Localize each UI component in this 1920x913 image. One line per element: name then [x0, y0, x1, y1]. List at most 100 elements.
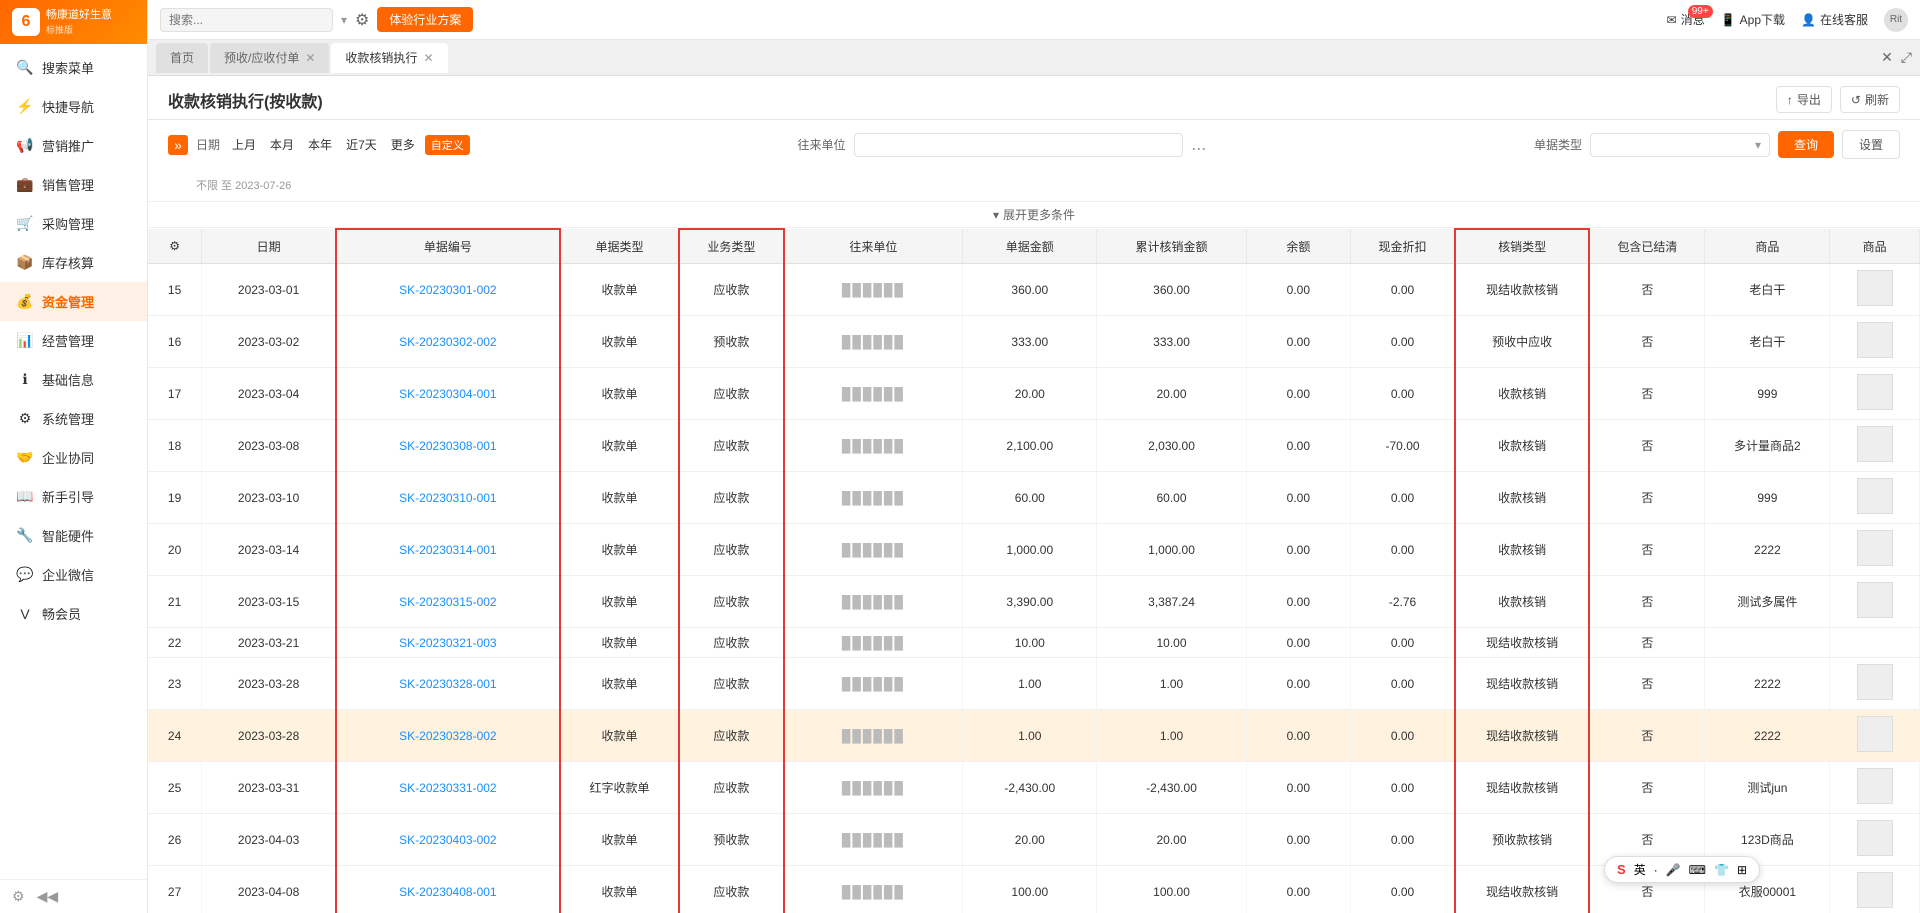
cell-discount: -70.00: [1351, 420, 1455, 472]
cell-partner: ██████: [784, 762, 963, 814]
docno-link[interactable]: SK-20230302-002: [399, 335, 496, 349]
refresh-button[interactable]: ↺ 刷新: [1840, 86, 1900, 113]
doctype-label: 单据类型: [1534, 136, 1582, 153]
col-header-discount: 现金折扣: [1351, 229, 1455, 264]
wechat-icon: 💬: [16, 566, 34, 584]
filter-expand-icon[interactable]: »: [168, 135, 188, 155]
sidebar-item-guide[interactable]: 📖 新手引导: [0, 477, 147, 516]
docno-link[interactable]: SK-20230314-001: [399, 543, 496, 557]
keyboard-icon[interactable]: ⌨: [1689, 863, 1706, 877]
col-header-settings[interactable]: ⚙: [148, 229, 202, 264]
online-service-button[interactable]: 👤 在线客服: [1801, 11, 1868, 28]
docno-link[interactable]: SK-20230310-001: [399, 491, 496, 505]
cell-productimg: [1830, 710, 1920, 762]
cell-productimg: [1830, 524, 1920, 576]
cell-biztype: 应收款: [679, 472, 783, 524]
tab-home[interactable]: 首页: [156, 43, 208, 73]
export-icon: ↑: [1787, 93, 1793, 107]
sidebar-item-member[interactable]: V 畅会员: [0, 594, 147, 633]
sidebar-item-sales[interactable]: 💼 销售管理: [0, 165, 147, 204]
shirt-icon[interactable]: 👕: [1714, 863, 1729, 877]
sidebar-item-marketing[interactable]: 📢 营销推广: [0, 126, 147, 165]
sales-icon: 💼: [16, 176, 34, 194]
cell-doctype: 收款单: [560, 814, 679, 866]
search-input[interactable]: [160, 8, 333, 32]
mic-icon[interactable]: 🎤: [1666, 863, 1681, 877]
docno-link[interactable]: SK-20230304-001: [399, 387, 496, 401]
date-more[interactable]: 更多: [387, 134, 419, 155]
docno-link[interactable]: SK-20230403-002: [399, 833, 496, 847]
doctype-select[interactable]: ▾: [1590, 133, 1770, 157]
date-custom[interactable]: 自定义: [425, 135, 470, 155]
tab-cancel-close[interactable]: ✕: [423, 51, 433, 65]
tab-receivable-close[interactable]: ✕: [305, 51, 315, 65]
table-wrapper[interactable]: ⚙ 日期 单据编号 单据类型 业务类型 往来单位 单据金额 累计核销金额 余额 …: [148, 228, 1920, 913]
solution-button[interactable]: 体验行业方案: [377, 7, 473, 32]
sidebar-item-search[interactable]: 🔍 搜索菜单: [0, 48, 147, 87]
footer-settings-icon[interactable]: ⚙: [12, 888, 25, 905]
sidebar-item-system[interactable]: ⚙ 系统管理: [0, 399, 147, 438]
partner-input[interactable]: [854, 133, 1184, 157]
cell-doctype: 收款单: [560, 524, 679, 576]
docno-link[interactable]: SK-20230328-002: [399, 729, 496, 743]
sidebar-item-collab[interactable]: 🤝 企业协同: [0, 438, 147, 477]
sidebar-item-operations[interactable]: 📊 经营管理: [0, 321, 147, 360]
cell-settled: 否: [1589, 472, 1705, 524]
sidebar-item-hardware[interactable]: 🔧 智能硬件: [0, 516, 147, 555]
cell-canceltype: 收款核销: [1455, 576, 1589, 628]
cell-num: 18: [148, 420, 202, 472]
date-filter-options: 上月 本月 本年 近7天 更多 自定义: [228, 134, 470, 155]
cell-date: 2023-03-01: [202, 264, 336, 316]
cell-productimg: [1830, 866, 1920, 913]
partner-dots[interactable]: ...: [1191, 134, 1206, 155]
app-download-button[interactable]: 📱 App下载: [1721, 11, 1785, 28]
expand-more-button[interactable]: ▾ 展开更多条件: [993, 206, 1075, 223]
cell-docno: SK-20230304-001: [336, 368, 560, 420]
tab-receivable[interactable]: 预收/应收付单 ✕: [210, 43, 329, 73]
grid-icon[interactable]: ⊞: [1737, 863, 1747, 877]
footer-collapse-icon[interactable]: ◀◀: [37, 888, 59, 905]
sidebar-menu: 🔍 搜索菜单 ⚡ 快捷导航 📢 营销推广 💼 销售管理 🛒 采购管理 📦 库存核…: [0, 44, 147, 879]
product-thumbnail: [1857, 270, 1893, 306]
docno-link[interactable]: SK-20230308-001: [399, 439, 496, 453]
docno-link[interactable]: SK-20230315-002: [399, 595, 496, 609]
docno-link[interactable]: SK-20230331-002: [399, 781, 496, 795]
cell-amount: 1.00: [963, 710, 1097, 762]
user-avatar[interactable]: Rit: [1884, 8, 1908, 32]
filter-settings-button[interactable]: 设置: [1842, 130, 1900, 159]
docno-link[interactable]: SK-20230301-002: [399, 283, 496, 297]
date-7days[interactable]: 近7天: [342, 134, 381, 155]
sidebar-item-finance[interactable]: 💰 资金管理: [0, 282, 147, 321]
sidebar-item-wechat[interactable]: 💬 企业微信: [0, 555, 147, 594]
cell-canceltype: 现结收款核销: [1455, 710, 1589, 762]
query-button[interactable]: 查询: [1778, 131, 1834, 158]
docno-link[interactable]: SK-20230408-001: [399, 885, 496, 899]
cell-discount: -2.76: [1351, 576, 1455, 628]
export-button[interactable]: ↑ 导出: [1776, 86, 1832, 113]
tab-close-all-icon[interactable]: ✕: [1881, 49, 1893, 66]
topbar-settings-icon[interactable]: ⚙: [355, 10, 369, 30]
tab-cancel[interactable]: 收款核销执行 ✕: [331, 43, 447, 73]
table-row: 20 2023-03-14 SK-20230314-001 收款单 应收款 ██…: [148, 524, 1920, 576]
cell-partner: ██████: [784, 472, 963, 524]
message-icon-area[interactable]: ✉ 消息 99+: [1667, 11, 1705, 28]
sidebar-item-quicknav[interactable]: ⚡ 快捷导航: [0, 87, 147, 126]
product-thumbnail: [1857, 768, 1893, 804]
docno-link[interactable]: SK-20230321-003: [399, 636, 496, 650]
date-this-month[interactable]: 本月: [266, 134, 298, 155]
search-dropdown-icon[interactable]: ▾: [341, 13, 347, 27]
tab-maximize-icon[interactable]: ⤢: [1901, 49, 1912, 66]
cell-canceltype: 收款核销: [1455, 472, 1589, 524]
cell-settled: 否: [1589, 576, 1705, 628]
cell-discount: 0.00: [1351, 710, 1455, 762]
date-this-year[interactable]: 本年: [304, 134, 336, 155]
sidebar-item-basic[interactable]: ℹ 基础信息: [0, 360, 147, 399]
sidebar-item-inventory[interactable]: 📦 库存核算: [0, 243, 147, 282]
docno-link[interactable]: SK-20230328-001: [399, 677, 496, 691]
cell-date: 2023-03-10: [202, 472, 336, 524]
sidebar-item-purchase[interactable]: 🛒 采购管理: [0, 204, 147, 243]
cell-num: 19: [148, 472, 202, 524]
cell-cumamount: 60.00: [1097, 472, 1246, 524]
main-area: ▾ ⚙ 体验行业方案 ✉ 消息 99+ 📱 App下载 👤 在线客服 Rit: [148, 0, 1920, 913]
date-last-month[interactable]: 上月: [228, 134, 260, 155]
